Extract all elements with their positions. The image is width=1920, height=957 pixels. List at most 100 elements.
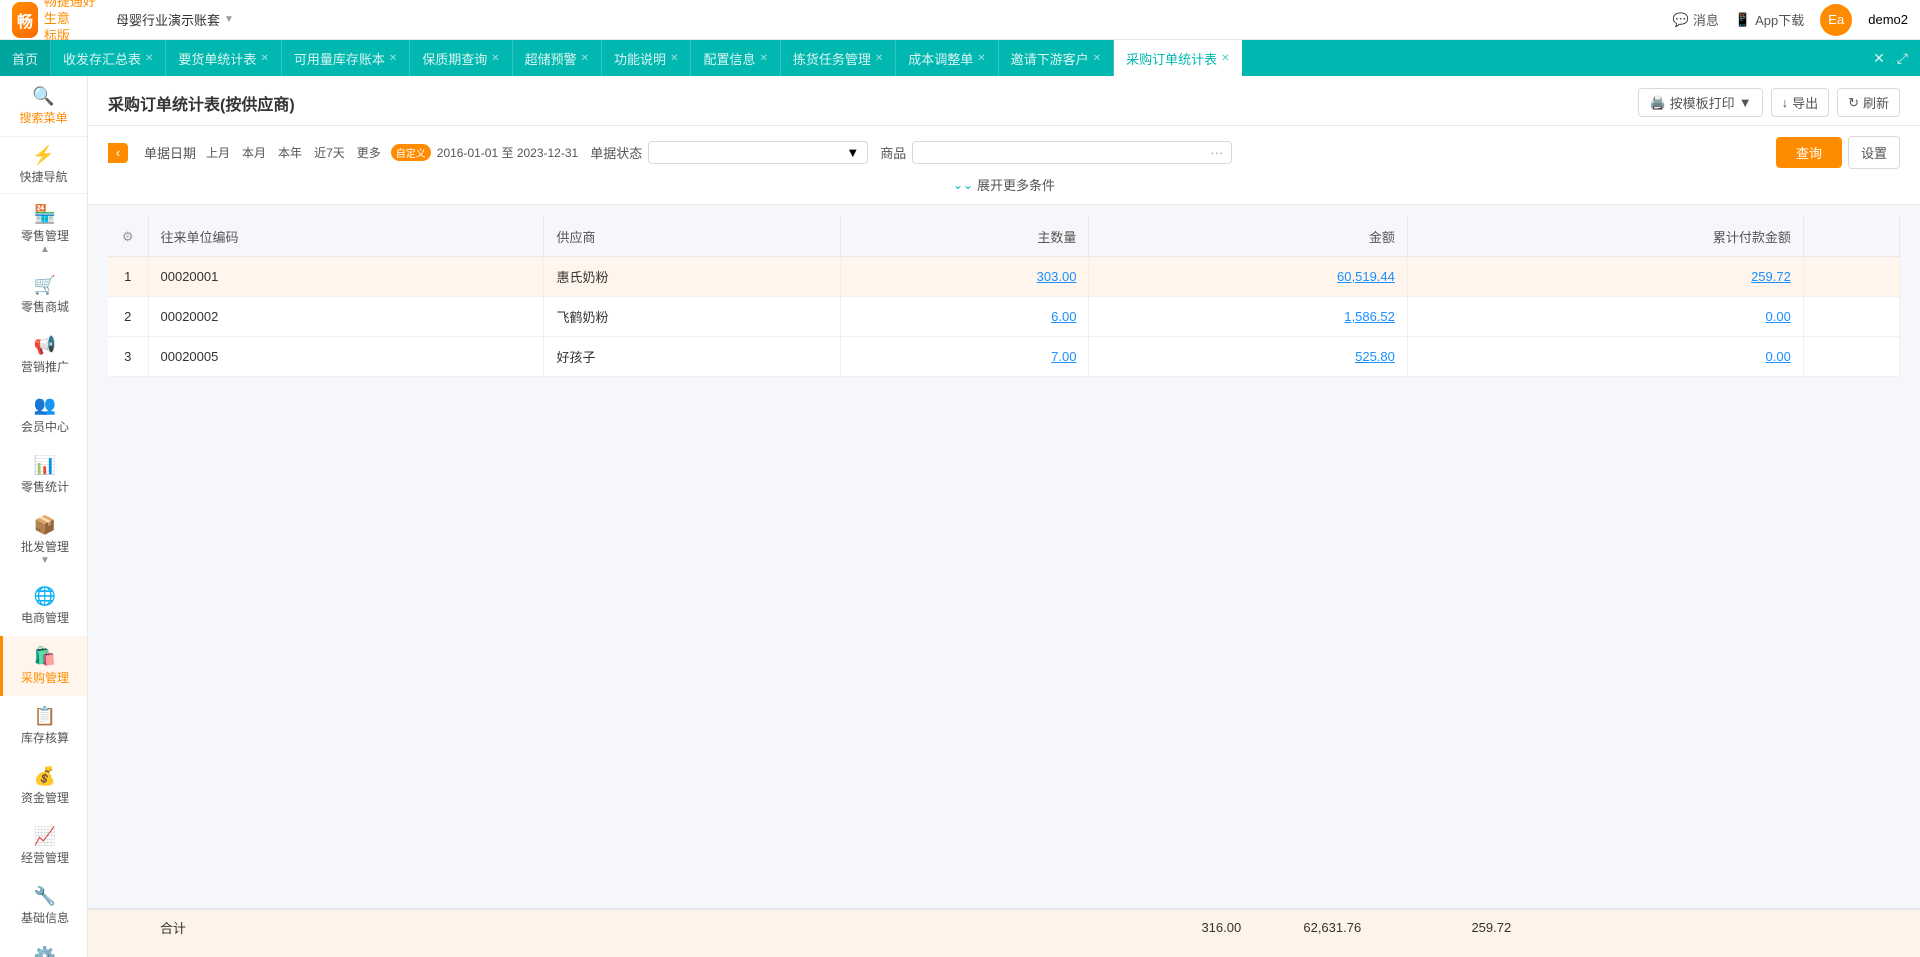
sidebar-item-retail-mall[interactable]: 🛒 零售商城 — [0, 265, 87, 325]
tab-cost-adjust[interactable]: 成本调整单 ✕ — [896, 40, 998, 76]
expand-filter-button[interactable]: ⌄⌄ 展开更多条件 — [953, 175, 1055, 194]
chevron-up-icon: ▲ — [40, 244, 50, 255]
content-area: 采购订单统计表(按供应商) 🖨️ 按模板打印 ▼ ↓ 导出 ↻ 刷新 — [88, 76, 1920, 957]
sidebar-item-inventory[interactable]: 📋 库存核算 — [0, 696, 87, 756]
tab-pick-task[interactable]: 拣货任务管理 ✕ — [781, 40, 896, 76]
wholesale-icon: 📦 — [34, 515, 56, 536]
tab-home[interactable]: 首页 — [0, 40, 51, 76]
table-row: 1 00020001 惠氏奶粉 303.00 60,519.44 259.72 — [108, 257, 1900, 297]
tab-expiry-query[interactable]: 保质期查询 ✕ — [410, 40, 512, 76]
date-last-month[interactable]: 上月 — [202, 142, 234, 163]
row-paid: 259.72 — [1407, 257, 1803, 297]
close-icon[interactable]: ✕ — [581, 53, 589, 64]
row-code: 00020002 — [148, 297, 544, 337]
goods-more-icon[interactable]: ··· — [1210, 145, 1223, 160]
goods-input[interactable]: ··· — [912, 141, 1232, 164]
sidebar-item-operation[interactable]: 📈 经营管理 — [0, 816, 87, 876]
filter-area: ‹ 单据日期 上月 本月 本年 近7天 更多 自定义 2016-01-01 至 … — [88, 126, 1920, 205]
sidebar-item-quicknav[interactable]: ⚡ 快捷导航 — [0, 137, 87, 194]
logo-area: 畅 畅捷通好生意 标版 — [12, 0, 100, 45]
sidebar-item-search[interactable]: 🔍 搜索菜单 — [0, 76, 87, 137]
sidebar-item-retail[interactable]: 🏪 零售管理 ▲ — [0, 194, 87, 265]
chevron-down-icon: ▼ — [40, 555, 50, 566]
footer-label: 合计 — [148, 910, 933, 945]
data-table: ⚙ 往来单位编码 供应商 主数量 金额 累计付款金额 1 00020001 — [108, 217, 1900, 377]
sidebar-item-member[interactable]: 👥 会员中心 — [0, 385, 87, 445]
purchase-icon: 🛍️ — [34, 646, 56, 667]
sidebar-item-wholesale[interactable]: 📦 批发管理 ▼ — [0, 505, 87, 576]
close-icon[interactable]: ✕ — [759, 53, 767, 64]
settings-button[interactable]: 设置 — [1848, 136, 1900, 169]
filter-collapse-button[interactable]: ‹ — [108, 143, 128, 163]
tab-overstock-alert[interactable]: 超储预警 ✕ — [513, 40, 602, 76]
tab-config-info[interactable]: 配置信息 ✕ — [691, 40, 780, 76]
row-no: 2 — [108, 297, 148, 337]
export-icon: ↓ — [1782, 95, 1789, 110]
date-7days[interactable]: 近7天 — [310, 142, 349, 163]
chevron-down-icon: ⌄⌄ — [953, 178, 973, 192]
chevron-left-icon: ‹ — [116, 145, 120, 160]
tab-available-stock[interactable]: 可用量库存账本 ✕ — [282, 40, 410, 76]
refresh-icon: ↻ — [1848, 95, 1859, 111]
table-container: ⚙ 往来单位编码 供应商 主数量 金额 累计付款金额 1 00020001 — [88, 205, 1920, 908]
sidebar-item-purchase[interactable]: 🛍️ 采购管理 — [0, 636, 87, 696]
row-supplier: 好孩子 — [544, 337, 840, 377]
nav-tabs-right: ✕ ⤢ — [1861, 46, 1920, 71]
page-actions: 🖨️ 按模板打印 ▼ ↓ 导出 ↻ 刷新 — [1638, 88, 1900, 117]
inventory-icon: 📋 — [34, 706, 56, 727]
close-tab-button[interactable]: ✕ — [1869, 46, 1889, 71]
sidebar-item-system[interactable]: ⚙️ 系统管理 — [0, 936, 87, 957]
tab-receive-summary[interactable]: 收发存汇总表 ✕ — [51, 40, 166, 76]
close-icon[interactable]: ✕ — [1221, 53, 1229, 64]
filter-status-group: 单据状态 ▼ — [590, 141, 868, 164]
sidebar: 🔍 搜索菜单 ⚡ 快捷导航 🏪 零售管理 ▲ 🛒 零售商城 📢 营销推广 👥 会… — [0, 76, 88, 957]
date-this-month[interactable]: 本月 — [238, 142, 270, 163]
tab-purchase-order-stat[interactable]: 采购订单统计表 ✕ — [1114, 40, 1242, 76]
table-row: 3 00020005 好孩子 7.00 525.80 0.00 — [108, 337, 1900, 377]
row-qty: 6.00 — [840, 297, 1089, 337]
settings-icon[interactable]: ⚙ — [122, 229, 134, 244]
app-download-button[interactable]: 📱 App下载 — [1735, 10, 1804, 29]
close-icon[interactable]: ✕ — [977, 53, 985, 64]
col-supplier: 供应商 — [544, 217, 840, 257]
footer-qty: 316.00 — [1133, 910, 1253, 945]
workspace-selector[interactable]: 母婴行业演示账套 ▼ — [116, 10, 234, 29]
close-icon[interactable]: ✕ — [875, 53, 883, 64]
nav-tabs-bar: 首页 收发存汇总表 ✕ 要货单统计表 ✕ 可用量库存账本 ✕ 保质期查询 ✕ 超… — [0, 40, 1920, 76]
marketing-icon: 📢 — [34, 335, 56, 356]
message-button[interactable]: 💬 消息 — [1673, 10, 1719, 29]
member-icon: 👥 — [34, 395, 56, 416]
close-icon[interactable]: ✕ — [389, 53, 397, 64]
close-icon[interactable]: ✕ — [1093, 53, 1101, 64]
export-button[interactable]: ↓ 导出 — [1771, 88, 1830, 117]
workspace-arrow-icon: ▼ — [224, 14, 234, 25]
quicknav-icon: ⚡ — [32, 145, 54, 166]
col-gear: ⚙ — [108, 217, 148, 257]
tab-function-desc[interactable]: 功能说明 ✕ — [602, 40, 691, 76]
query-button[interactable]: 查询 — [1776, 137, 1842, 168]
close-icon[interactable]: ✕ — [491, 53, 499, 64]
date-this-year[interactable]: 本年 — [274, 142, 306, 163]
logo-letter: 畅 — [17, 8, 33, 32]
user-avatar[interactable]: Ea — [1820, 4, 1852, 36]
row-no: 3 — [108, 337, 148, 377]
close-icon[interactable]: ✕ — [260, 53, 268, 64]
custom-date-badge[interactable]: 自定义 — [391, 144, 431, 161]
sidebar-item-basic[interactable]: 🔧 基础信息 — [0, 876, 87, 936]
maximize-tab-button[interactable]: ⤢ — [1893, 46, 1912, 71]
tab-order-stat[interactable]: 要货单统计表 ✕ — [166, 40, 281, 76]
tab-invite-customer[interactable]: 邀请下游客户 ✕ — [999, 40, 1114, 76]
sidebar-item-ecommerce[interactable]: 🌐 电商管理 — [0, 576, 87, 636]
row-supplier: 惠氏奶粉 — [544, 257, 840, 297]
main-layout: 🔍 搜索菜单 ⚡ 快捷导航 🏪 零售管理 ▲ 🛒 零售商城 📢 营销推广 👥 会… — [0, 76, 1920, 957]
date-range-display: 2016-01-01 至 2023-12-31 — [437, 144, 578, 161]
date-more[interactable]: 更多 — [353, 142, 385, 163]
sidebar-item-finance[interactable]: 💰 资金管理 — [0, 756, 87, 816]
status-select[interactable]: ▼ — [648, 141, 868, 164]
close-icon[interactable]: ✕ — [145, 53, 153, 64]
sidebar-item-marketing[interactable]: 📢 营销推广 — [0, 325, 87, 385]
print-button[interactable]: 🖨️ 按模板打印 ▼ — [1638, 88, 1762, 117]
sidebar-item-retail-stat[interactable]: 📊 零售统计 — [0, 445, 87, 505]
close-icon[interactable]: ✕ — [670, 53, 678, 64]
refresh-button[interactable]: ↻ 刷新 — [1837, 88, 1900, 117]
